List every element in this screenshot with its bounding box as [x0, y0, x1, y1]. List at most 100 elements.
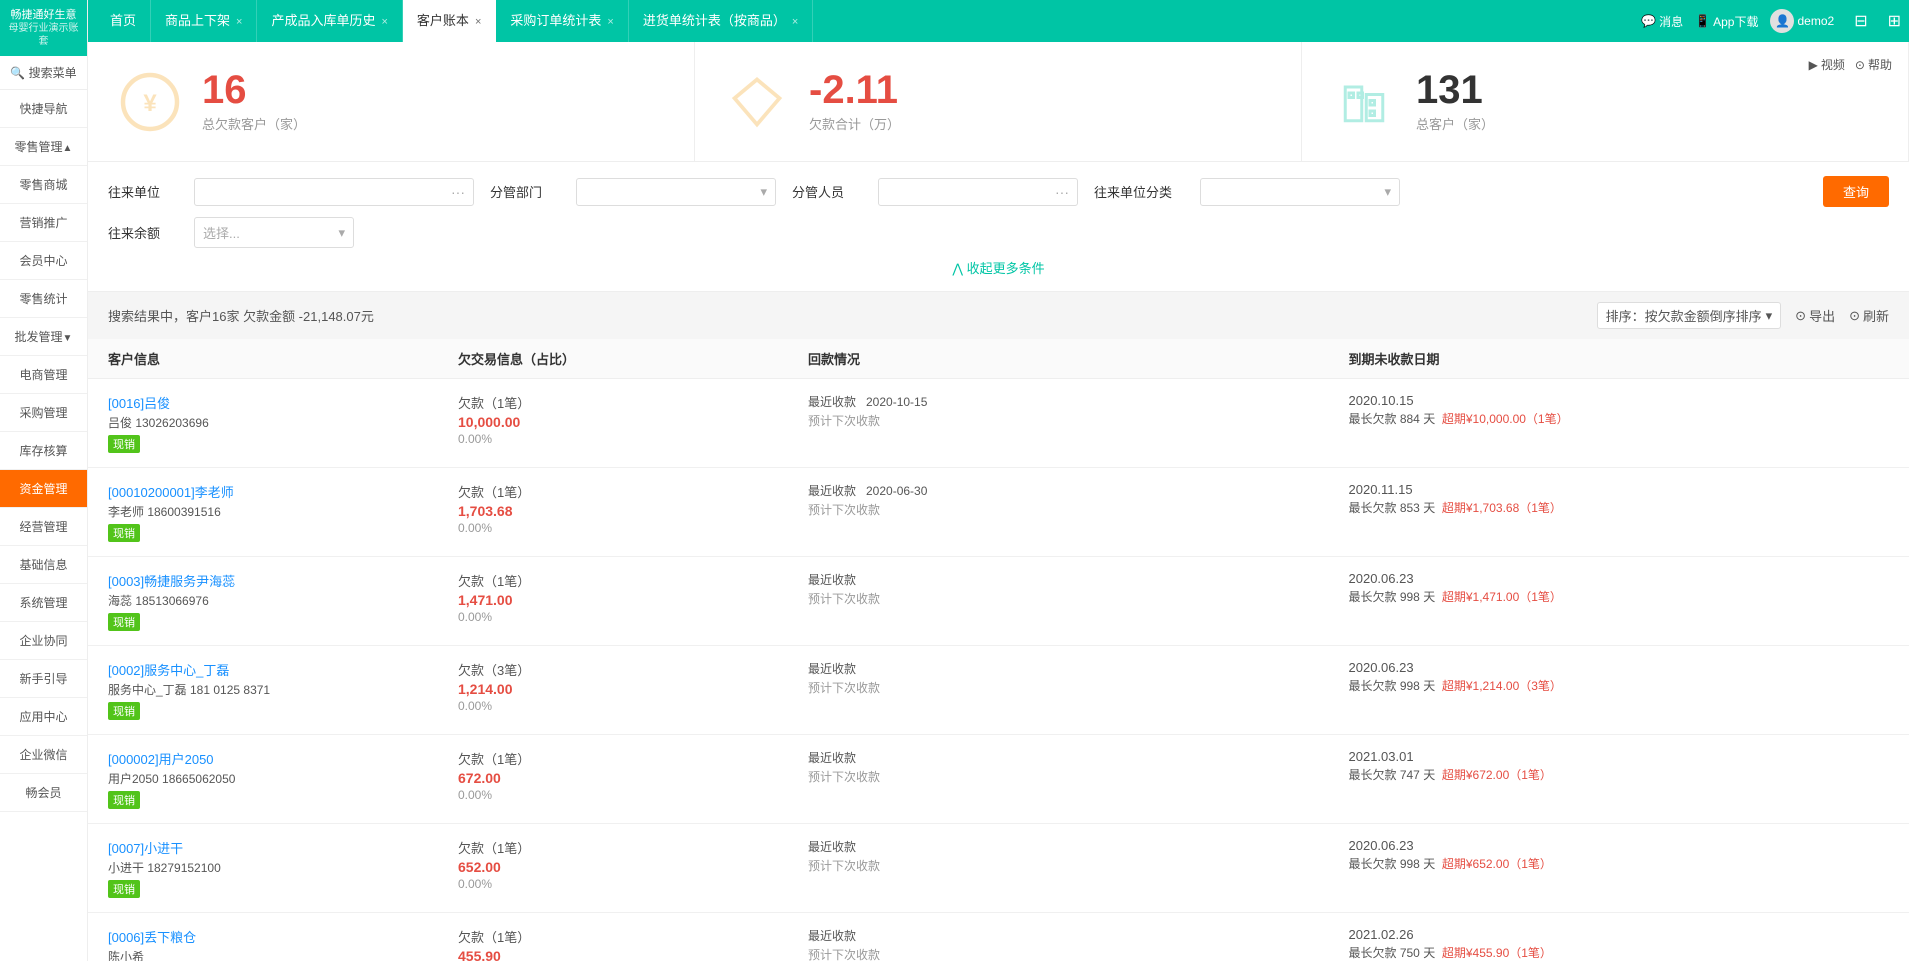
- tab-close-icon[interactable]: ×: [792, 16, 798, 28]
- tab-customer-account[interactable]: 客户账本×: [403, 0, 496, 42]
- table-row: [0003]畅捷服务尹海蕊 海蕊 18513066976 现销 欠款（1笔） 1…: [88, 557, 1909, 646]
- overdue-link[interactable]: 超期¥10,000.00（1笔）: [1442, 412, 1569, 426]
- overdue-link[interactable]: 超期¥455.90（1笔）: [1442, 946, 1552, 960]
- tab-close-icon[interactable]: ×: [475, 16, 481, 28]
- overdue-link[interactable]: 超期¥652.00（1笔）: [1442, 857, 1552, 871]
- table-row: [0002]服务中心_丁磊 服务中心_丁磊 181 0125 8371 现销 欠…: [88, 646, 1909, 735]
- tab-close-icon[interactable]: ×: [607, 16, 613, 28]
- sidebar-item-retail-mall[interactable]: 零售商城: [0, 166, 87, 204]
- sidebar-item-ops-mgmt[interactable]: 经营管理: [0, 508, 87, 546]
- collapse-btn[interactable]: ⋀ 收起更多条件: [108, 258, 1889, 277]
- sidebar-item-marketing[interactable]: 营销推广: [0, 204, 87, 242]
- sidebar-item-enterprise[interactable]: 企业协同: [0, 622, 87, 660]
- repay-status-cell: 最近收款 预计下次收款: [808, 927, 1349, 961]
- stat-debt-customers: ¥ 16 总欠款客户（家）: [88, 42, 695, 161]
- app-download-btn[interactable]: 📱 App下载: [1695, 13, 1758, 30]
- tab-inbound-stats[interactable]: 进货单统计表（按商品）×: [629, 0, 813, 42]
- sidebar-item-vip[interactable]: 畅会员: [0, 774, 87, 812]
- tab-home[interactable]: 首页: [96, 0, 151, 42]
- export-icon: ⊙: [1795, 308, 1806, 324]
- stat-total-customers-label: 总客户（家）: [1416, 114, 1494, 133]
- table-body: [0016]吕俊 吕俊 13026203696 现销 欠款（1笔） 10,000…: [88, 379, 1909, 961]
- stat-total-customers-number: 131: [1416, 70, 1494, 110]
- sidebar-item-sys-mgmt[interactable]: 系统管理: [0, 584, 87, 622]
- sidebar-logo-text: 畅捷通好生意 母婴行业演示账套: [4, 8, 83, 48]
- due-date-cell: 2020.06.23 最长欠款 998 天 超期¥1,214.00（3笔）: [1349, 660, 1890, 694]
- avatar-icon: 👤: [1770, 9, 1794, 33]
- repay-status-cell: 最近收款 2020-10-15 预计下次收款: [808, 393, 1349, 429]
- unit-category-select[interactable]: ▾: [1200, 178, 1400, 206]
- customer-phone: 服务中心_丁磊 181 0125 8371: [108, 681, 458, 698]
- manager-input[interactable]: ···: [878, 178, 1078, 206]
- overdue-days: 最长欠款 750 天 超期¥455.90（1笔）: [1349, 944, 1890, 961]
- next-repay-label: 预计下次收款: [808, 501, 1349, 518]
- search-menu[interactable]: 🔍 搜索菜单: [0, 56, 87, 90]
- customer-info-cell: [0003]畅捷服务尹海蕊 海蕊 18513066976 现销: [108, 571, 458, 631]
- customer-tag: 现销: [108, 880, 140, 898]
- due-date: 2021.02.26: [1349, 927, 1890, 942]
- tab-close-icon[interactable]: ×: [236, 16, 242, 28]
- last-repay-label: 最近收款: [808, 571, 1349, 588]
- topbar-maximize-btn[interactable]: ⊞: [1888, 11, 1901, 31]
- tab-close-icon[interactable]: ×: [381, 16, 387, 28]
- export-btn[interactable]: ⊙ 导出: [1795, 306, 1835, 325]
- video-help-btn[interactable]: ▶ 视频: [1809, 56, 1845, 73]
- customer-name-link[interactable]: [00010200001]李老师: [108, 485, 234, 500]
- sidebar-item-retail-mgmt[interactable]: 零售管理▲: [0, 128, 87, 166]
- customer-name-link[interactable]: [0002]服务中心_丁磊: [108, 663, 229, 678]
- sort-arrow-icon: ▾: [1766, 308, 1773, 324]
- due-date-cell: 2020.11.15 最长欠款 853 天 超期¥1,703.68（1笔）: [1349, 482, 1890, 516]
- repay-status-cell: 最近收款 预计下次收款: [808, 660, 1349, 696]
- debt-count: 欠款（1笔）: [458, 571, 808, 590]
- customer-name-link[interactable]: [0006]丢下粮仓: [108, 930, 196, 945]
- sidebar-item-finance[interactable]: 资金管理: [0, 470, 87, 508]
- overdue-link[interactable]: 超期¥1,471.00（1笔）: [1442, 590, 1562, 604]
- data-table: 客户信息 欠交易信息（占比） 回款情况 到期未收款日期 [0016]吕俊 吕俊 …: [88, 339, 1909, 961]
- balance-select[interactable]: 选择... ▾: [194, 217, 354, 248]
- overdue-link[interactable]: 超期¥1,703.68（1笔）: [1442, 501, 1562, 515]
- table-header: 客户信息 欠交易信息（占比） 回款情况 到期未收款日期: [88, 339, 1909, 379]
- last-repay-label: 最近收款 2020-10-15: [808, 393, 1349, 410]
- customer-name-link[interactable]: [000002]用户2050: [108, 752, 214, 767]
- sidebar-item-app-center[interactable]: 应用中心: [0, 698, 87, 736]
- refresh-btn[interactable]: ⊙ 刷新: [1849, 306, 1889, 325]
- dept-select[interactable]: ▾: [576, 178, 776, 206]
- stats-bar: ¥ 16 总欠款客户（家） -2.11 欠款合计（万）: [88, 42, 1909, 162]
- from-unit-input[interactable]: ···: [194, 178, 474, 206]
- tab-production-history[interactable]: 产成品入库单历史×: [257, 0, 402, 42]
- overdue-link[interactable]: 超期¥672.00（1笔）: [1442, 768, 1552, 782]
- customer-name-link[interactable]: [0016]吕俊: [108, 396, 170, 411]
- last-repay-label: 最近收款 2020-06-30: [808, 482, 1349, 499]
- sidebar-item-newbie[interactable]: 新手引导: [0, 660, 87, 698]
- user-avatar[interactable]: 👤 demo2: [1770, 9, 1834, 33]
- overdue-days: 最长欠款 998 天 超期¥1,471.00（1笔）: [1349, 588, 1890, 605]
- tab-purchase-stats[interactable]: 采购订单统计表×: [496, 0, 628, 42]
- help-btn[interactable]: ⊙ 帮助: [1855, 56, 1892, 73]
- customer-name-link[interactable]: [0007]小进干: [108, 841, 183, 856]
- sidebar-item-quick-nav[interactable]: 快捷导航: [0, 90, 87, 128]
- sidebar-item-ecommerce[interactable]: 电商管理: [0, 356, 87, 394]
- sidebar-item-basic-info[interactable]: 基础信息: [0, 546, 87, 584]
- chevron-up-icon: ⋀: [952, 261, 963, 276]
- col-repay-status: 回款情况: [808, 349, 1349, 368]
- repay-status-cell: 最近收款 预计下次收款: [808, 838, 1349, 874]
- filter-bar: 往来单位 ··· 分管部门 ▾ 分管人员 ··· 往来单位分类: [88, 162, 1909, 292]
- sidebar-item-retail-stats[interactable]: 零售统计: [0, 280, 87, 318]
- query-button[interactable]: 查询: [1823, 176, 1889, 207]
- due-date-cell: 2020.06.23 最长欠款 998 天 超期¥1,471.00（1笔）: [1349, 571, 1890, 605]
- sort-select[interactable]: 排序：按欠款金额倒序排序 ▾: [1597, 302, 1782, 329]
- sidebar-item-corp-wechat[interactable]: 企业微信: [0, 736, 87, 774]
- tab-products-offline[interactable]: 商品上下架×: [151, 0, 257, 42]
- sidebar-item-purchase[interactable]: 采购管理: [0, 394, 87, 432]
- message-btn[interactable]: 💬 消息: [1641, 13, 1683, 30]
- customer-name-link[interactable]: [0003]畅捷服务尹海蕊: [108, 574, 235, 589]
- stat-debt-amount-label: 欠款合计（万）: [809, 114, 900, 133]
- sidebar-item-warehouse[interactable]: 库存核算: [0, 432, 87, 470]
- overdue-link[interactable]: 超期¥1,214.00（3笔）: [1442, 679, 1562, 693]
- sidebar-item-batch-mgmt[interactable]: 批发管理▼: [0, 318, 87, 356]
- building-icon: [1332, 70, 1396, 134]
- topbar-minimize-btn[interactable]: ⊟: [1854, 11, 1867, 31]
- debt-count: 欠款（1笔）: [458, 482, 808, 501]
- sidebar-item-member[interactable]: 会员中心: [0, 242, 87, 280]
- message-icon: 💬: [1641, 14, 1656, 28]
